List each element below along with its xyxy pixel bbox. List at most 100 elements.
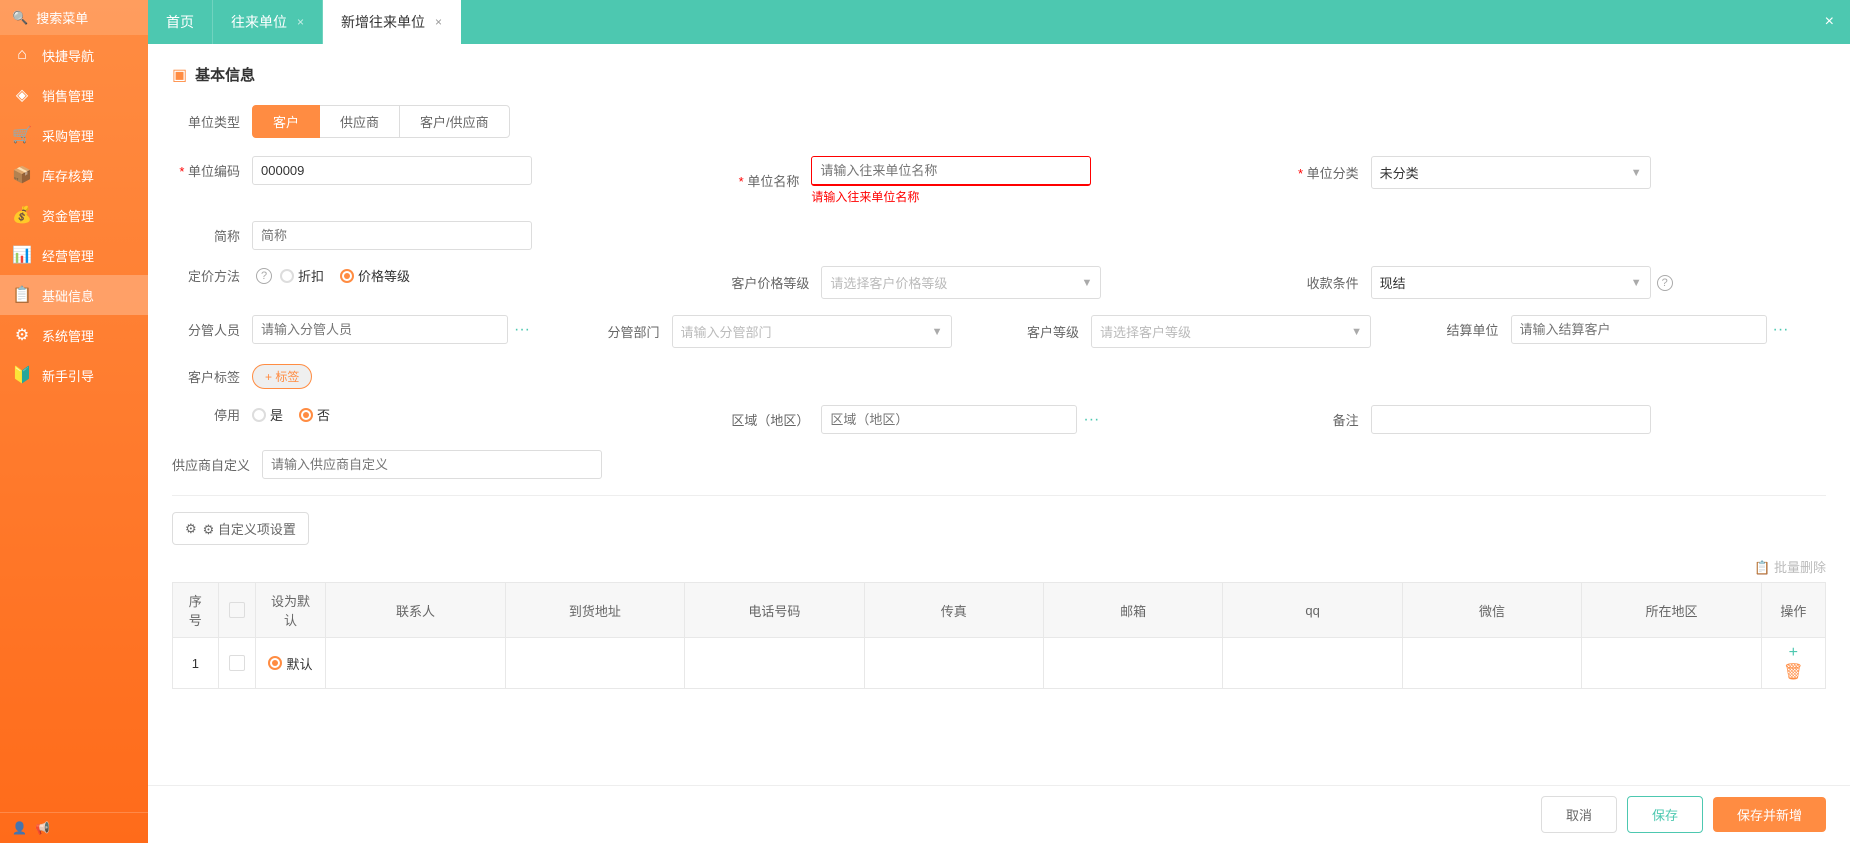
batch-delete-area: 📋 批量删除 xyxy=(172,557,1826,576)
tab-partners[interactable]: 往来单位 × xyxy=(213,0,323,44)
manager-control: ··· xyxy=(252,315,532,344)
address-input[interactable] xyxy=(516,656,674,671)
row-wechat[interactable] xyxy=(1402,638,1581,689)
form-row-4: 分管人员 ··· 分管部门 请输入分管部门 ▼ 客户等级 xyxy=(172,315,1826,348)
tab-new-partner-close[interactable]: × xyxy=(435,15,442,29)
settlement-unit-more-btn[interactable]: ··· xyxy=(1771,321,1791,339)
row-email[interactable] xyxy=(1043,638,1222,689)
type-btn-both[interactable]: 客户/供应商 xyxy=(399,105,510,138)
window-close-button[interactable]: × xyxy=(1809,13,1850,31)
save-new-button[interactable]: 保存并新增 xyxy=(1713,797,1826,832)
disabled-yes-label: 是 xyxy=(270,405,283,424)
customer-price-level-placeholder: 请选择客户价格等级 xyxy=(830,273,947,292)
sidebar-item-guide[interactable]: 🔰 新手引导 xyxy=(0,355,148,395)
pricing-discount-option[interactable]: 折扣 xyxy=(280,266,324,285)
row-contact[interactable] xyxy=(326,638,505,689)
email-input[interactable] xyxy=(1054,656,1212,671)
department-select[interactable]: 请输入分管部门 ▼ xyxy=(672,315,952,348)
tab-home[interactable]: 首页 xyxy=(148,0,213,44)
customer-price-level-select[interactable]: 请选择客户价格等级 ▼ xyxy=(821,266,1101,299)
wechat-input[interactable] xyxy=(1413,656,1571,671)
inventory-icon: 📦 xyxy=(12,165,32,185)
add-row-button[interactable]: + xyxy=(1789,644,1798,661)
table-body: 1 默认 xyxy=(173,638,1826,689)
payment-terms-select[interactable]: 现结 ▼ xyxy=(1371,266,1651,299)
customer-level-select[interactable]: 请选择客户等级 ▼ xyxy=(1091,315,1371,348)
sidebar-item-quick-nav[interactable]: ⌂ 快捷导航 xyxy=(0,35,148,75)
delete-row-button[interactable]: 🗑 xyxy=(1783,664,1803,681)
fax-input[interactable] xyxy=(875,656,1033,671)
pricing-level-label: 价格等级 xyxy=(358,266,410,285)
unit-type-row: 单位类型 客户 供应商 客户/供应商 xyxy=(172,105,1826,138)
col-seq: 序号 xyxy=(173,583,219,638)
tab-partners-close[interactable]: × xyxy=(297,15,304,29)
phone-input[interactable] xyxy=(695,656,853,671)
col-action: 操作 xyxy=(1761,583,1825,638)
manager-more-btn[interactable]: ··· xyxy=(512,321,532,339)
field-unit-code: 单位编码 xyxy=(172,156,707,185)
customer-level-control: 请选择客户等级 ▼ xyxy=(1091,315,1371,348)
sidebar-item-operation[interactable]: 📊 经营管理 xyxy=(0,235,148,275)
remark-label: 备注 xyxy=(1291,410,1371,429)
pricing-discount-label: 折扣 xyxy=(298,266,324,285)
region-cell-input[interactable] xyxy=(1592,656,1750,671)
row-default-radio-option[interactable]: 默认 xyxy=(266,654,316,673)
custom-settings-button[interactable]: ⚙ ⚙ 自定义项设置 xyxy=(172,512,309,545)
select-all-checkbox[interactable] xyxy=(229,602,245,618)
row-region-cell[interactable] xyxy=(1582,638,1761,689)
pricing-method-label: 定价方法 xyxy=(172,266,252,285)
page-footer: 取消 保存 保存并新增 xyxy=(148,785,1850,843)
unit-code-input[interactable] xyxy=(252,156,532,185)
field-short-name: 简称 xyxy=(172,221,1826,250)
unit-name-input[interactable] xyxy=(811,156,1091,186)
type-btn-customer[interactable]: 客户 xyxy=(252,105,320,138)
sidebar-item-sales[interactable]: ◈ 销售管理 xyxy=(0,75,148,115)
sidebar-item-purchase[interactable]: 🛒 采购管理 xyxy=(0,115,148,155)
tab-new-partner[interactable]: 新增往来单位 × xyxy=(323,0,461,44)
save-button[interactable]: 保存 xyxy=(1627,796,1703,833)
sidebar-item-system[interactable]: ⚙ 系统管理 xyxy=(0,315,148,355)
short-name-label: 简称 xyxy=(172,226,252,245)
row-fax[interactable] xyxy=(864,638,1043,689)
contact-input[interactable] xyxy=(336,656,494,671)
row-checkbox[interactable] xyxy=(229,655,245,671)
settlement-unit-input[interactable] xyxy=(1511,315,1767,344)
qq-input[interactable] xyxy=(1233,656,1392,671)
add-tag-button[interactable]: + 标签 xyxy=(252,364,312,389)
sidebar-item-basic-info[interactable]: 📋 基础信息 xyxy=(0,275,148,315)
cancel-button[interactable]: 取消 xyxy=(1541,796,1617,833)
row-seq: 1 xyxy=(173,638,219,689)
pricing-level-option[interactable]: 价格等级 xyxy=(340,266,410,285)
short-name-input[interactable] xyxy=(252,221,532,250)
sidebar-item-finance[interactable]: 💰 资金管理 xyxy=(0,195,148,235)
type-btn-supplier[interactable]: 供应商 xyxy=(320,105,399,138)
sidebar-item-label: 基础信息 xyxy=(42,286,94,305)
row-address[interactable] xyxy=(505,638,684,689)
col-fax: 传真 xyxy=(864,583,1043,638)
row-phone[interactable] xyxy=(685,638,864,689)
unit-category-label: 单位分类 xyxy=(1291,163,1371,182)
disabled-no-option[interactable]: 否 xyxy=(299,405,330,424)
field-pricing-method: 定价方法 ? 折扣 价格等级 xyxy=(172,266,707,285)
notification-icon[interactable]: 📢 xyxy=(35,821,50,835)
remark-input[interactable] xyxy=(1371,405,1651,434)
custom-settings-label: ⚙ 自定义项设置 xyxy=(203,519,296,538)
form-row-3: 定价方法 ? 折扣 价格等级 客户价格等级 请选择客 xyxy=(172,266,1826,299)
disabled-yes-option[interactable]: 是 xyxy=(252,405,283,424)
manager-input[interactable] xyxy=(252,315,508,344)
payment-help-icon[interactable]: ? xyxy=(1657,275,1673,291)
sidebar-item-label: 销售管理 xyxy=(42,86,94,105)
unit-category-select[interactable]: 未分类 ▼ xyxy=(1371,156,1651,189)
region-more-btn[interactable]: ··· xyxy=(1081,411,1101,429)
row-checkbox-cell xyxy=(218,638,255,689)
user-icon[interactable]: 👤 xyxy=(12,821,27,835)
batch-delete-button[interactable]: 📋 批量删除 xyxy=(1754,560,1826,575)
pricing-help-icon[interactable]: ? xyxy=(256,268,272,284)
supplier-custom-input[interactable] xyxy=(262,450,602,479)
sidebar-search[interactable]: 🔍 搜索菜单 xyxy=(0,0,148,35)
region-label: 区域（地区） xyxy=(731,410,821,429)
row-qq[interactable] xyxy=(1223,638,1403,689)
sidebar-item-inventory[interactable]: 📦 库存核算 xyxy=(0,155,148,195)
col-default: 设为默认 xyxy=(255,583,326,638)
region-input[interactable] xyxy=(821,405,1077,434)
